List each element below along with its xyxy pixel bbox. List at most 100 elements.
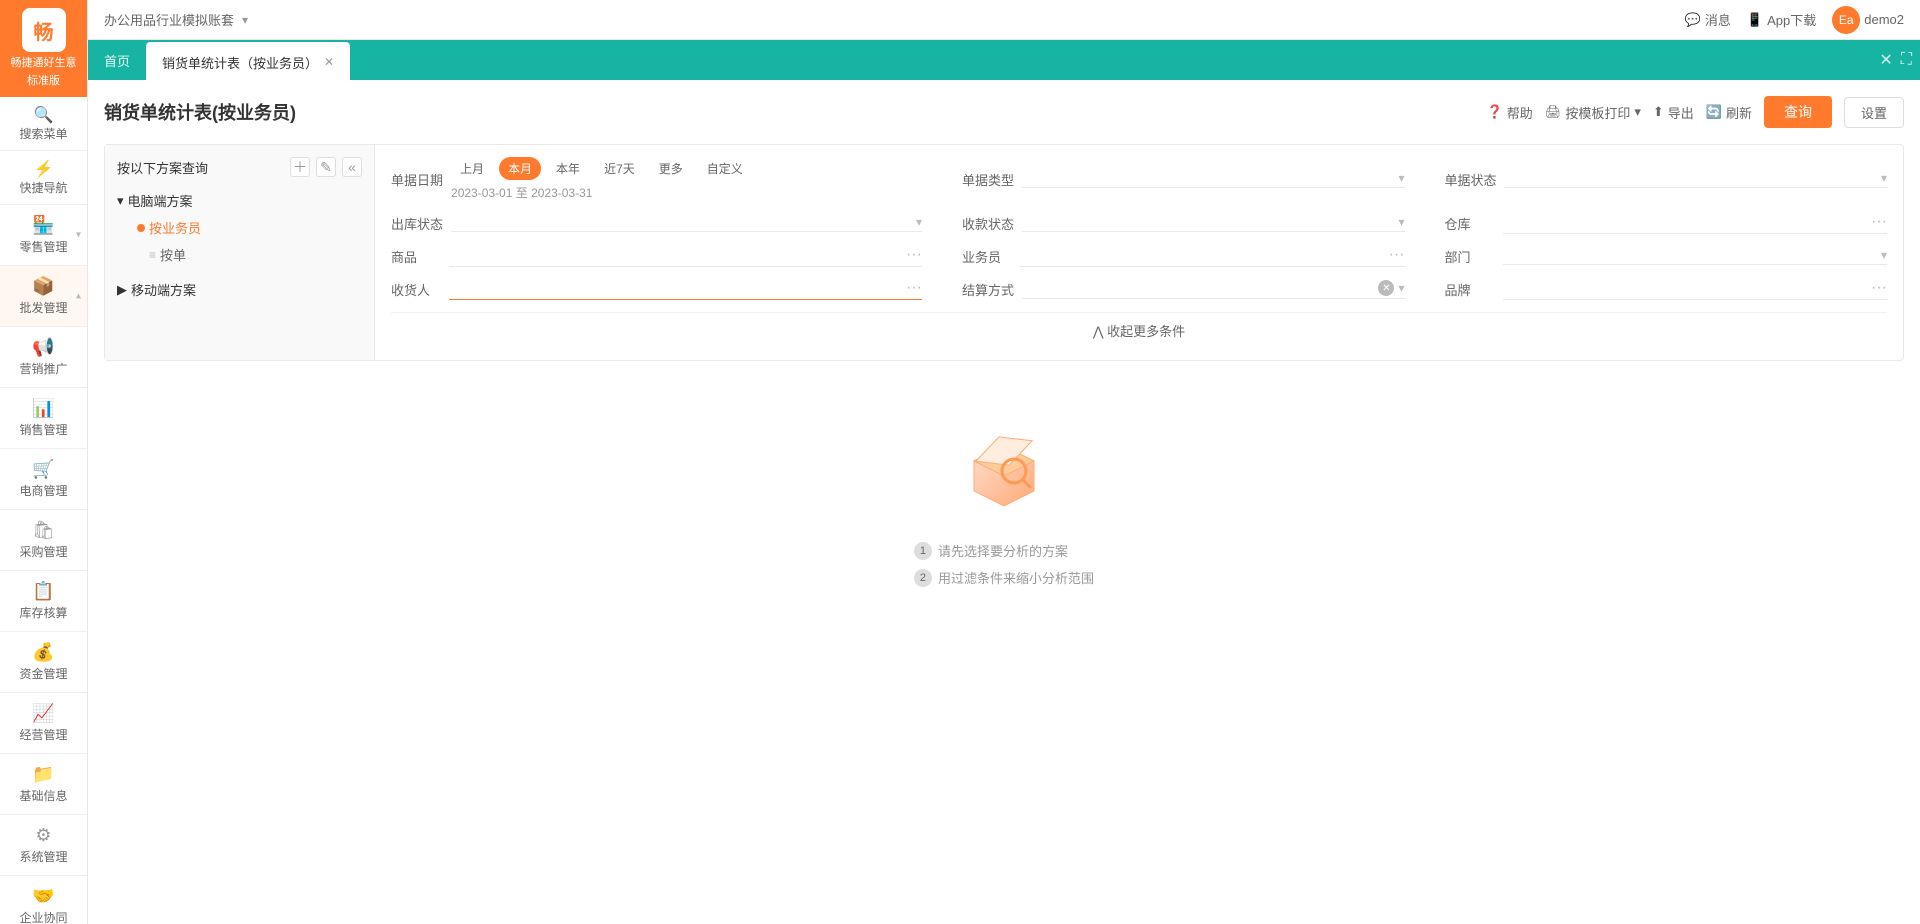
sidebar-item-sales[interactable]: 📊 销售管理	[0, 388, 87, 449]
receipt-arrow[interactable]: ▾	[1398, 215, 1404, 229]
sidebar-item-wholesale[interactable]: 📦 批发管理 ▴	[0, 266, 87, 327]
brand-field: 品牌 ···	[1445, 279, 1888, 300]
warehouse-label: 仓库	[1445, 214, 1495, 233]
date-btn-last-month[interactable]: 上月	[451, 157, 493, 180]
settlement-clear-button[interactable]: ✕	[1378, 280, 1394, 296]
finance-label: 资金管理	[19, 665, 67, 682]
topbar-title: 办公用品行业模拟账套	[104, 10, 234, 29]
doc-type-input[interactable]: ▾	[1022, 171, 1404, 188]
message-label: 消息	[1705, 10, 1731, 29]
sidebar-quick-nav[interactable]: ⚡ 快捷导航	[0, 151, 87, 205]
sidebar-item-ecommerce[interactable]: 🛒 电商管理	[0, 449, 87, 510]
message-button[interactable]: 💬 消息	[1685, 10, 1731, 29]
goods-input[interactable]: ···	[449, 246, 922, 267]
sidebar-item-retail[interactable]: 🏪 零售管理 ▾	[0, 205, 87, 266]
wholesale-icon: 📦	[32, 276, 54, 297]
goods-field: 商品 ···	[391, 246, 922, 267]
sidebar-logo[interactable]: 畅 畅捷通好生意 标准版	[0, 0, 87, 97]
refresh-button[interactable]: 🔄 刷新	[1706, 103, 1752, 122]
warehouse-dots[interactable]: ···	[1871, 213, 1887, 231]
date-btn-custom[interactable]: 自定义	[698, 157, 752, 180]
sidebar-item-inventory[interactable]: 📋 库存核算	[0, 571, 87, 632]
sidebar-nav: 🏪 零售管理 ▾ 📦 批发管理 ▴ 📢 营销推广 📊 销售管理 🛒 电商管理 🛍…	[0, 205, 87, 924]
consignee-dots[interactable]: ···	[906, 279, 922, 297]
dept-arrow[interactable]: ▾	[1881, 248, 1887, 262]
add-scheme-button[interactable]: ＋	[290, 157, 310, 177]
user-menu[interactable]: Ea demo2	[1832, 6, 1904, 34]
export-button[interactable]: ⬆ 导出	[1653, 103, 1694, 122]
salesman-input[interactable]: ···	[1020, 246, 1405, 267]
help-label: 帮助	[1507, 103, 1533, 122]
salesman-dots[interactable]: ···	[1389, 246, 1405, 264]
query-button[interactable]: 查询	[1764, 96, 1832, 128]
stock-out-input[interactable]: ▾	[451, 215, 922, 232]
date-btn-7days[interactable]: 近7天	[595, 157, 644, 180]
receipt-field: 收款状态 ▾	[962, 214, 1405, 233]
sidebar-item-system[interactable]: ⚙ 系统管理	[0, 815, 87, 876]
settlement-arrow[interactable]: ▾	[1398, 281, 1404, 295]
enterprise-label: 企业协同	[19, 909, 67, 924]
goods-dots[interactable]: ···	[906, 246, 922, 264]
export-label: 导出	[1668, 103, 1694, 122]
scheme-sub-item-by-order[interactable]: ≡ 按单	[117, 241, 362, 268]
sidebar-item-finance[interactable]: 💰 资金管理	[0, 632, 87, 693]
tab-expand-ctrl[interactable]: ⛶	[1901, 51, 1912, 69]
date-buttons: 上月 本月 本年 近7天 更多 自定义	[451, 157, 922, 180]
message-icon: 💬	[1685, 12, 1701, 28]
doc-status-arrow[interactable]: ▾	[1881, 171, 1887, 185]
sidebar-item-basic-info[interactable]: 📁 基础信息	[0, 754, 87, 815]
warehouse-input[interactable]: ···	[1503, 213, 1888, 234]
date-btn-this-year[interactable]: 本年	[547, 157, 589, 180]
sidebar-item-enterprise[interactable]: 🤝 企业协同	[0, 876, 87, 924]
edit-scheme-button[interactable]: ✎	[316, 157, 336, 177]
date-label: 单据日期	[391, 170, 443, 189]
sidebar-item-purchase[interactable]: 🛍 采购管理	[0, 510, 87, 571]
date-filter-wrap: 上月 本月 本年 近7天 更多 自定义 2023-03-01 至 2023-03…	[451, 157, 922, 201]
date-btn-more[interactable]: 更多	[650, 157, 692, 180]
inventory-label: 库存核算	[19, 604, 67, 621]
topbar-dropdown-arrow[interactable]: ▾	[242, 13, 248, 27]
stock-out-arrow[interactable]: ▾	[916, 215, 922, 229]
filter-container: 按以下方案查询 ＋ ✎ « ▾ 电脑端方案	[104, 144, 1904, 361]
sales-label: 销售管理	[19, 421, 67, 438]
topbar: 办公用品行业模拟账套 ▾ 💬 消息 📱 App下载 Ea demo2	[88, 0, 1920, 40]
app-download-button[interactable]: 📱 App下载	[1747, 10, 1816, 29]
scheme-item-by-salesman[interactable]: 按业务员	[117, 214, 362, 241]
collapse-panel-button[interactable]: «	[342, 157, 362, 177]
print-icon: 🖨	[1545, 104, 1562, 120]
tab-close-ctrl[interactable]: ✕	[1879, 50, 1892, 70]
template-print-button[interactable]: 🖨 按模板打印 ▾	[1545, 103, 1641, 122]
tab-close-button[interactable]: ✕	[324, 55, 334, 69]
help-button[interactable]: ❓ 帮助	[1487, 103, 1533, 122]
tab-home[interactable]: 首页	[88, 40, 146, 80]
sidebar-item-operations[interactable]: 📈 经营管理	[0, 693, 87, 754]
receipt-input[interactable]: ▾	[1022, 215, 1404, 232]
pc-scheme-group-title[interactable]: ▾ 电脑端方案	[117, 187, 362, 214]
salesman-label: 业务员	[962, 247, 1012, 266]
print-arrow: ▾	[1634, 104, 1641, 120]
sidebar-item-marketing[interactable]: 📢 营销推广	[0, 327, 87, 388]
sidebar-search[interactable]: 🔍 搜索菜单	[0, 97, 87, 151]
empty-state: 1 请先选择要分析的方案 2 用过滤条件来缩小分析范围	[104, 361, 1904, 647]
brand-input[interactable]: ···	[1503, 279, 1888, 300]
date-btn-this-month[interactable]: 本月	[499, 157, 541, 180]
collapse-bar[interactable]: ⋀ 收起更多条件	[391, 312, 1887, 348]
basic-info-icon: 📁	[32, 764, 54, 785]
brand-dots[interactable]: ···	[1871, 279, 1887, 297]
settlement-input[interactable]: ✕ ▾	[1022, 280, 1404, 299]
tab-sales-stat[interactable]: 销货单统计表（按业务员） ✕	[146, 42, 350, 82]
mobile-scheme-group-title[interactable]: ▶ 移动端方案	[117, 276, 362, 303]
settings-button[interactable]: 设置	[1844, 97, 1904, 128]
sales-stat-tab-label: 销货单统计表（按业务员）	[162, 53, 318, 72]
doc-status-field: 单据状态 ▾	[1445, 170, 1888, 189]
dept-input[interactable]: ▾	[1503, 248, 1888, 265]
stock-out-field: 出库状态 ▾	[391, 214, 922, 233]
tip-text-1: 请先选择要分析的方案	[938, 541, 1068, 560]
warehouse-field: 仓库 ···	[1445, 213, 1888, 234]
doc-status-input[interactable]: ▾	[1505, 171, 1887, 188]
consignee-input[interactable]: ···	[449, 279, 922, 300]
marketing-icon: 📢	[32, 337, 54, 358]
tip-text-2: 用过滤条件来缩小分析范围	[938, 568, 1094, 587]
filter-right-panel: 单据日期 上月 本月 本年 近7天 更多 自定义 20	[375, 145, 1903, 360]
doc-type-arrow[interactable]: ▾	[1398, 171, 1404, 185]
